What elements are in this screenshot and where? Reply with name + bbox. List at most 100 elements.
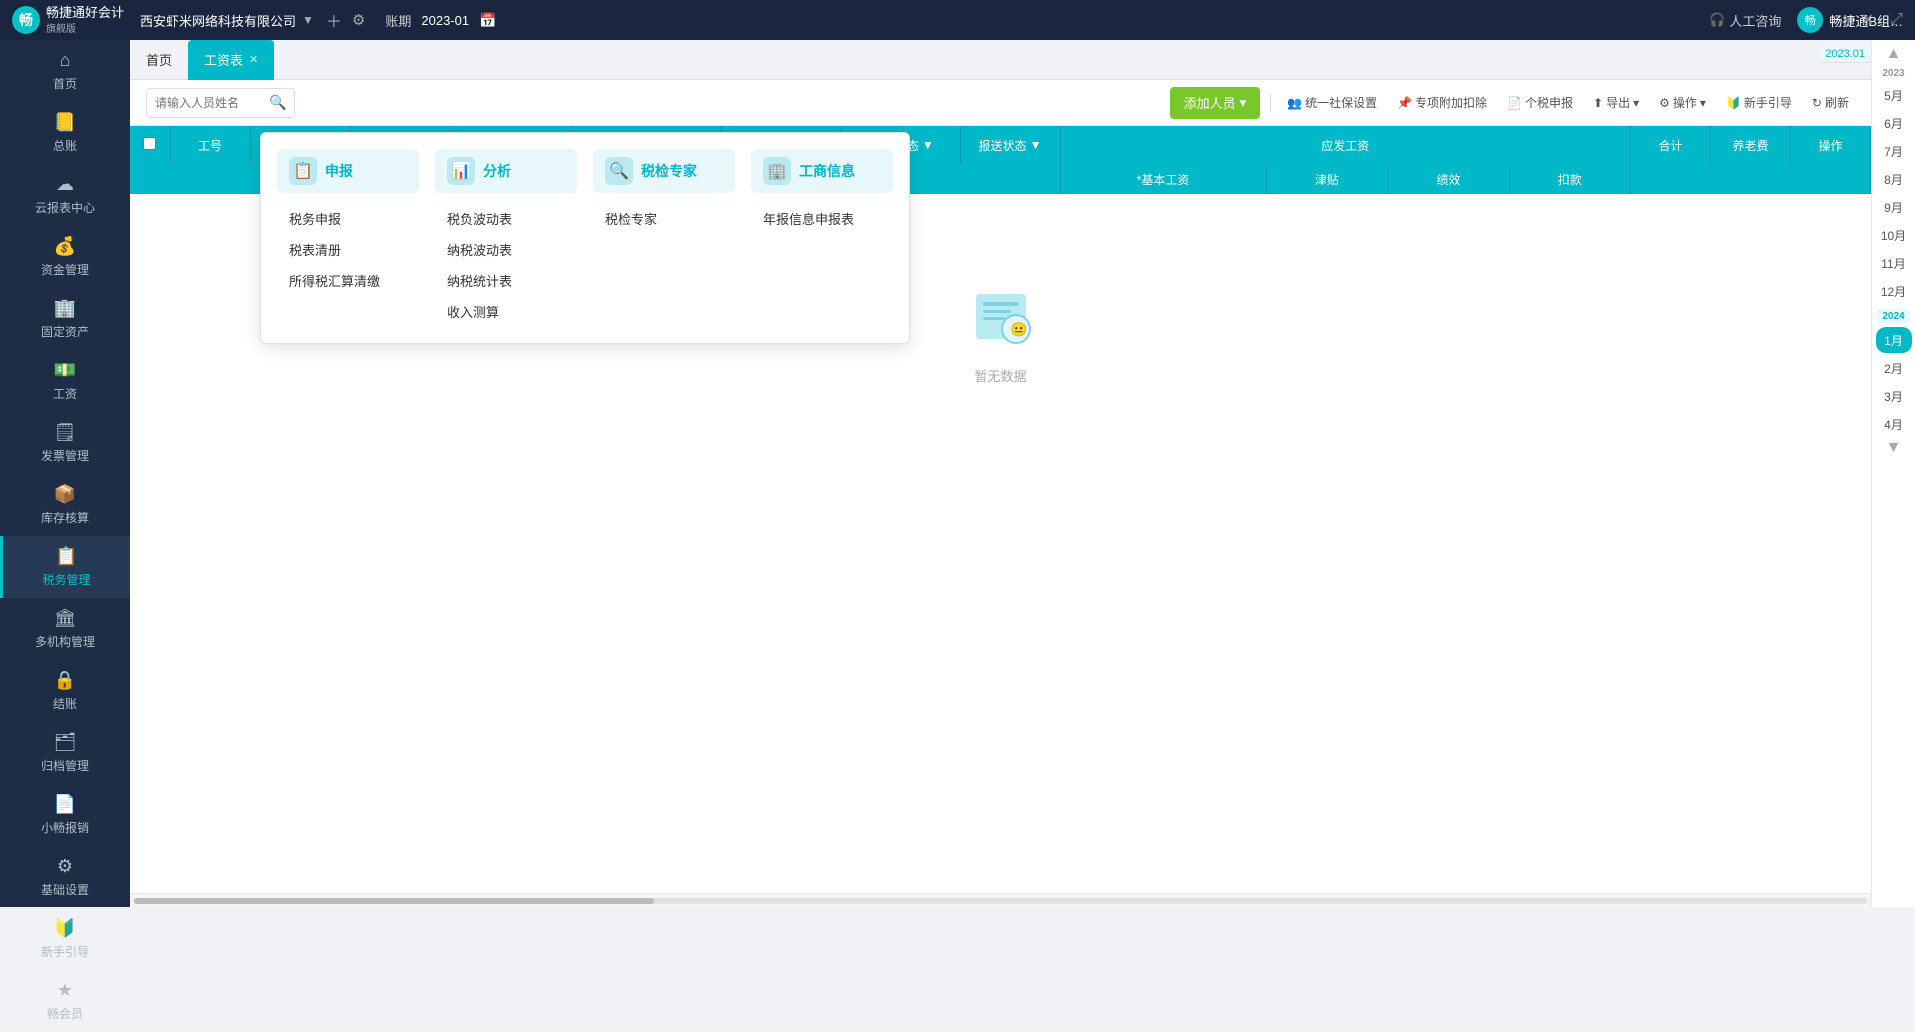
dropdown-item-tax-fluctuation[interactable]: 税负波动表 bbox=[435, 203, 577, 234]
sidebar-item-tax[interactable]: 📋 税务管理 bbox=[0, 536, 130, 598]
window-controls: ✕ ⤢ bbox=[1849, 0, 1915, 40]
sidebar-item-assets[interactable]: 🏢 固定资产 bbox=[0, 288, 130, 350]
window-close-btn[interactable]: ✕ bbox=[1857, 8, 1878, 32]
sidebar-item-home[interactable]: ⌂ 首页 bbox=[0, 40, 130, 102]
svg-text:😐: 😐 bbox=[1010, 321, 1027, 337]
dropdown-item-tax-expert[interactable]: 税检专家 bbox=[593, 203, 735, 234]
period-calendar-icon[interactable]: 📅 bbox=[479, 12, 496, 29]
select-all-checkbox[interactable] bbox=[143, 137, 156, 150]
scroll-thumb[interactable] bbox=[134, 898, 654, 904]
dropdown-item-tax-stat[interactable]: 纳税统计表 bbox=[435, 265, 577, 296]
service-btn[interactable]: 🎧 人工咨询 bbox=[1709, 11, 1781, 30]
month-2023-9[interactable]: 9月 bbox=[1876, 194, 1912, 220]
scroll-track[interactable] bbox=[134, 898, 1867, 904]
special-icon: 📌 bbox=[1397, 96, 1412, 110]
tax-icon: 📋 bbox=[55, 546, 77, 567]
company-selector[interactable]: 西安虾米网络科技有限公司 ▼ ＋ ⚙ bbox=[140, 8, 365, 32]
month-2023-7[interactable]: 7月 bbox=[1876, 138, 1912, 164]
special-label: 专项附加扣除 bbox=[1415, 94, 1487, 111]
col-total: 合计 bbox=[1631, 126, 1711, 164]
month-2023-12[interactable]: 12月 bbox=[1876, 278, 1912, 304]
sidebar-label-assets: 固定资产 bbox=[41, 323, 89, 340]
sidebar-item-multi[interactable]: 🏛 多机构管理 bbox=[0, 598, 130, 660]
member-icon: ★ bbox=[57, 980, 73, 1001]
col-action: 操作 bbox=[1791, 126, 1871, 164]
tab-salary-table[interactable]: 工资表 ✕ bbox=[188, 40, 274, 80]
period-selector[interactable]: 账期 2023-01 📅 bbox=[385, 11, 496, 30]
window-restore-btn[interactable]: ⤢ bbox=[1886, 9, 1907, 31]
sidebar-item-salary[interactable]: 💵 工资 bbox=[0, 350, 130, 412]
col-base-salary: *基本工资 bbox=[1060, 164, 1266, 194]
sidebar-item-archive[interactable]: 🗂 归档管理 bbox=[0, 722, 130, 784]
month-2023-5[interactable]: 5月 bbox=[1876, 82, 1912, 108]
new-guide-btn[interactable]: 🔰 新手引导 bbox=[1720, 87, 1798, 119]
month-2023-10[interactable]: 10月 bbox=[1876, 222, 1912, 248]
month-2024-1[interactable]: 1月 bbox=[1876, 327, 1912, 353]
month-2024-2[interactable]: 2月 bbox=[1876, 355, 1912, 381]
home-tab-label: 首页 bbox=[146, 50, 172, 69]
dropdown-item-tax-payment-fluctuation[interactable]: 纳税波动表 bbox=[435, 234, 577, 265]
dropdown-item-tax-table[interactable]: 税表清册 bbox=[277, 234, 419, 265]
month-2023-6[interactable]: 6月 bbox=[1876, 110, 1912, 136]
month-2024-4[interactable]: 4月 bbox=[1876, 411, 1912, 437]
month-2023-11[interactable]: 11月 bbox=[1876, 250, 1912, 276]
sidebar-item-close[interactable]: 🔒 结账 bbox=[0, 660, 130, 722]
top-bar: 畅 畅捷通好会计 旗舰版 西安虾米网络科技有限公司 ▼ ＋ ⚙ 账期 2023-… bbox=[0, 0, 1915, 40]
export-btn[interactable]: ⬆ 导出 ▾ bbox=[1587, 87, 1645, 119]
dropdown-item-income-tax-calc[interactable]: 所得税汇算清缴 bbox=[277, 265, 419, 296]
refresh-btn[interactable]: ↻ 刷新 bbox=[1806, 87, 1855, 119]
status-filter-icon[interactable]: ▼ bbox=[922, 138, 934, 152]
search-icon[interactable]: 🔍 bbox=[269, 94, 286, 111]
sidebar-item-report[interactable]: 📄 小畅报销 bbox=[0, 784, 130, 846]
dropdown-item-tax-declare[interactable]: 税务申报 bbox=[277, 203, 419, 234]
search-input[interactable] bbox=[155, 96, 265, 110]
sidebar-label-multi: 多机构管理 bbox=[35, 633, 95, 650]
tab-home[interactable]: 首页 bbox=[130, 40, 188, 80]
ledger-icon: 📒 bbox=[54, 112, 76, 133]
sidebar-item-inventory[interactable]: 📦 库存核算 bbox=[0, 474, 130, 536]
sidebar-item-guide[interactable]: 🔰 新手引导 bbox=[0, 908, 130, 970]
funds-icon: 💰 bbox=[54, 236, 76, 257]
social-insurance-btn[interactable]: 👥 统一社保设置 bbox=[1281, 87, 1383, 119]
invoice-icon: 🗒 bbox=[54, 422, 77, 443]
sidebar-label-base: 基础设置 bbox=[41, 881, 89, 898]
dropdown-item-income-calc[interactable]: 收入测算 bbox=[435, 296, 577, 327]
sidebar-item-ledger[interactable]: 📒 总账 bbox=[0, 102, 130, 164]
tab-bar: 首页 工资表 ✕ bbox=[130, 40, 1871, 80]
sidebar-item-funds[interactable]: 💰 资金管理 bbox=[0, 226, 130, 288]
col-check[interactable] bbox=[130, 126, 170, 164]
app-subtitle: 旗舰版 bbox=[46, 20, 124, 35]
month-2024-3[interactable]: 3月 bbox=[1876, 383, 1912, 409]
year-2023-label: 2023 bbox=[1882, 68, 1904, 79]
new-guide-label: 新手引导 bbox=[1744, 94, 1792, 111]
dropdown-item-annual-report[interactable]: 年报信息申报表 bbox=[751, 203, 893, 234]
timeline-down-nav[interactable]: ▼ bbox=[1880, 438, 1908, 458]
add-company-icon[interactable]: ＋ bbox=[326, 8, 342, 32]
sidebar-label-tax: 税务管理 bbox=[42, 571, 90, 588]
timeline-header-label: 2023.01 bbox=[1819, 46, 1871, 63]
logo-icon: 畅 bbox=[12, 6, 40, 34]
special-deduction-btn[interactable]: 📌 专项附加扣除 bbox=[1391, 87, 1493, 119]
tax-report-icon: 📄 bbox=[1507, 96, 1522, 110]
sidebar-item-cloud[interactable]: ☁ 云报表中心 bbox=[0, 164, 130, 226]
sidebar-item-invoice[interactable]: 🗒 发票管理 bbox=[0, 412, 130, 474]
business-info-header: 🏢 工商信息 bbox=[751, 149, 893, 193]
search-wrap[interactable]: 🔍 bbox=[146, 88, 295, 118]
company-dropdown-icon[interactable]: ▼ bbox=[302, 13, 314, 27]
operate-label: 操作 bbox=[1673, 94, 1697, 111]
operate-btn[interactable]: ⚙ 操作 ▾ bbox=[1653, 87, 1712, 119]
add-person-button[interactable]: 添加人员 ▾ bbox=[1170, 87, 1261, 119]
sidebar-item-member[interactable]: ★ 畅会员 bbox=[0, 970, 130, 1032]
company-settings-icon[interactable]: ⚙ bbox=[352, 11, 365, 29]
sidebar-item-base[interactable]: ⚙ 基础设置 bbox=[0, 846, 130, 908]
tab-close-icon[interactable]: ✕ bbox=[249, 53, 258, 66]
month-2023-8[interactable]: 8月 bbox=[1876, 166, 1912, 192]
sidebar-label-archive: 归档管理 bbox=[41, 757, 89, 774]
app-logo: 畅 畅捷通好会计 旗舰版 bbox=[12, 5, 132, 36]
tax-report-btn[interactable]: 📄 个税申报 bbox=[1501, 87, 1579, 119]
social-icon: 👥 bbox=[1287, 96, 1302, 110]
timeline-up-nav[interactable]: ▲ bbox=[1880, 44, 1908, 64]
dropdown-section-declaration: 📋 申报 税务申报 税表清册 所得税汇算清缴 bbox=[277, 149, 419, 327]
toolbar: 🔍 添加人员 ▾ 👥 统一社保设置 📌 专项附加扣除 📄 个税申报 ⬆ bbox=[130, 80, 1871, 126]
report-filter-icon[interactable]: ▼ bbox=[1030, 138, 1042, 152]
